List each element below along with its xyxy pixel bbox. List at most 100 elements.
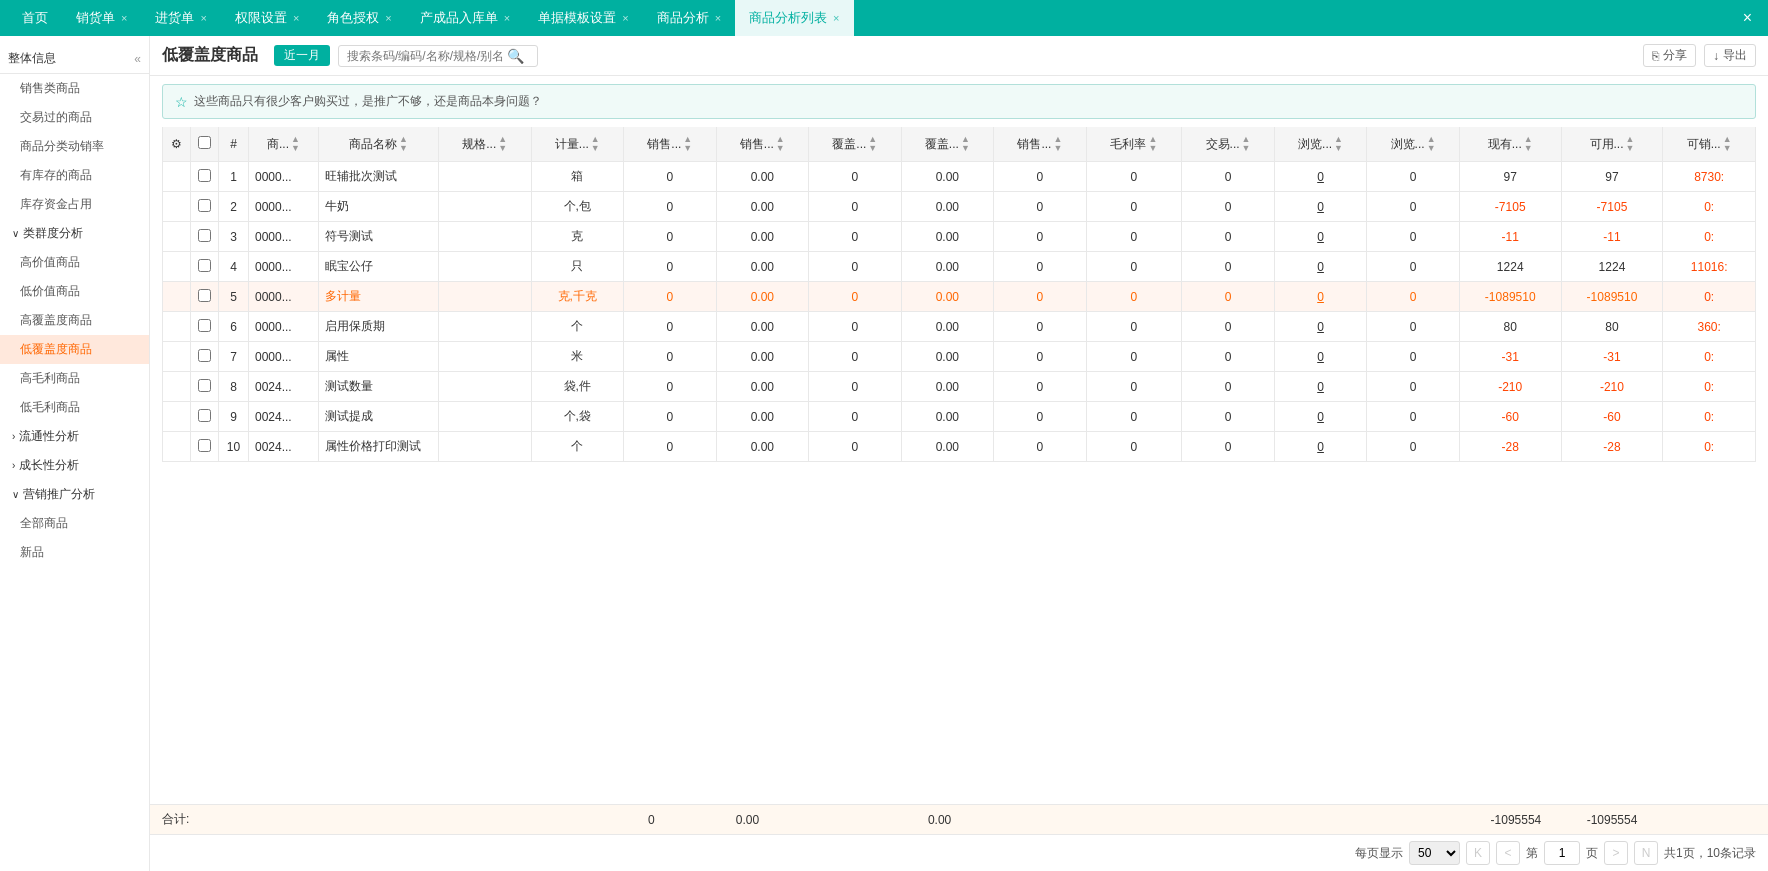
sidebar-item-high-margin[interactable]: 高毛利商品 — [0, 364, 149, 393]
sidebar-item-high-value[interactable]: 高价值商品 — [0, 248, 149, 277]
row-checkbox[interactable] — [198, 379, 211, 392]
nav-item-role[interactable]: 角色授权 × — [313, 0, 405, 36]
th-sales-qty[interactable]: 销售...▲▼ — [624, 127, 717, 162]
nav-close-permission[interactable]: × — [293, 12, 299, 24]
nav-item-product-analysis-list[interactable]: 商品分析列表 × — [735, 0, 853, 36]
row-check[interactable] — [191, 342, 219, 372]
th-spec[interactable]: 规格...▲▼ — [439, 127, 532, 162]
nav-item-product-analysis[interactable]: 商品分析 × — [643, 0, 735, 36]
row-name[interactable]: 牛奶 — [319, 192, 439, 222]
nav-item-template[interactable]: 单据模板设置 × — [524, 0, 642, 36]
nav-item-sales[interactable]: 销货单 × — [62, 0, 141, 36]
filter-recent-month-button[interactable]: 近一月 — [274, 45, 330, 66]
row-browse1[interactable]: 0 — [1274, 312, 1367, 342]
th-margin[interactable]: 毛利率▲▼ — [1086, 127, 1182, 162]
row-check[interactable] — [191, 252, 219, 282]
nav-close-product-analysis[interactable]: × — [715, 12, 721, 24]
search-input[interactable] — [347, 49, 507, 63]
row-checkbox[interactable] — [198, 349, 211, 362]
sidebar-item-stock-capital[interactable]: 库存资金占用 — [0, 190, 149, 219]
row-browse1[interactable]: 0 — [1274, 162, 1367, 192]
sidebar-item-traded-goods[interactable]: 交易过的商品 — [0, 103, 149, 132]
row-name[interactable]: 启用保质期 — [319, 312, 439, 342]
row-checkbox[interactable] — [198, 439, 211, 452]
first-page-button[interactable]: K — [1466, 841, 1490, 865]
row-check[interactable] — [191, 162, 219, 192]
row-browse1[interactable]: 0 — [1274, 432, 1367, 462]
sidebar-item-sales-goods[interactable]: 销售类商品 — [0, 74, 149, 103]
sidebar-section-growth[interactable]: › 成长性分析 — [0, 451, 149, 480]
window-close-button[interactable]: × — [1735, 9, 1760, 27]
row-name[interactable]: 属性 — [319, 342, 439, 372]
th-check[interactable] — [191, 127, 219, 162]
th-name[interactable]: 商品名称▲▼ — [319, 127, 439, 162]
th-cover2[interactable]: 覆盖...▲▼ — [901, 127, 994, 162]
row-browse1[interactable]: 0 — [1274, 372, 1367, 402]
row-check[interactable] — [191, 282, 219, 312]
th-cover1[interactable]: 覆盖...▲▼ — [809, 127, 902, 162]
th-browse2[interactable]: 浏览...▲▼ — [1367, 127, 1460, 162]
row-checkbox[interactable] — [198, 409, 211, 422]
row-checkbox[interactable] — [198, 199, 211, 212]
page-number-input[interactable] — [1544, 841, 1580, 865]
nav-item-purchase[interactable]: 进货单 × — [141, 0, 220, 36]
row-name[interactable]: 旺辅批次测试 — [319, 162, 439, 192]
sidebar-section-circulation[interactable]: › 流通性分析 — [0, 422, 149, 451]
select-all-checkbox[interactable] — [198, 136, 211, 149]
next-page-button[interactable]: > — [1604, 841, 1628, 865]
sidebar-item-category-sales-rate[interactable]: 商品分类动销率 — [0, 132, 149, 161]
row-check[interactable] — [191, 432, 219, 462]
sidebar-item-low-value[interactable]: 低价值商品 — [0, 277, 149, 306]
sidebar-item-new-goods[interactable]: 新品 — [0, 538, 149, 567]
row-check[interactable] — [191, 372, 219, 402]
sidebar-item-all-goods[interactable]: 全部商品 — [0, 509, 149, 538]
search-icon[interactable]: 🔍 — [507, 48, 524, 64]
row-browse1[interactable]: 0 — [1274, 222, 1367, 252]
row-check[interactable] — [191, 192, 219, 222]
row-checkbox[interactable] — [198, 289, 211, 302]
row-name[interactable]: 眠宝公仔 — [319, 252, 439, 282]
nav-close-product-inbound[interactable]: × — [504, 12, 510, 24]
row-name[interactable]: 测试数量 — [319, 372, 439, 402]
row-browse1[interactable]: 0 — [1274, 402, 1367, 432]
share-button[interactable]: ⎘ 分享 — [1643, 44, 1696, 67]
row-check[interactable] — [191, 222, 219, 252]
th-trade[interactable]: 交易...▲▼ — [1182, 127, 1275, 162]
row-browse1[interactable]: 0 — [1274, 192, 1367, 222]
row-check[interactable] — [191, 402, 219, 432]
row-name[interactable]: 多计量 — [319, 282, 439, 312]
per-page-select[interactable]: 50 100 200 — [1409, 841, 1460, 865]
row-checkbox[interactable] — [198, 319, 211, 332]
row-checkbox[interactable] — [198, 259, 211, 272]
row-browse1[interactable]: 0 — [1274, 252, 1367, 282]
sidebar-section-category[interactable]: ∨ 类群度分析 — [0, 219, 149, 248]
th-sales3[interactable]: 销售...▲▼ — [994, 127, 1087, 162]
sidebar-item-stocked-goods[interactable]: 有库存的商品 — [0, 161, 149, 190]
sidebar-item-low-margin[interactable]: 低毛利商品 — [0, 393, 149, 422]
th-code[interactable]: 商...▲▼ — [249, 127, 319, 162]
th-unit[interactable]: 计量...▲▼ — [531, 127, 624, 162]
nav-item-product-inbound[interactable]: 产成品入库单 × — [406, 0, 524, 36]
row-check[interactable] — [191, 312, 219, 342]
table-container[interactable]: ⚙ # 商...▲▼ 商品名称▲▼ 规格...▲▼ 计量...▲▼ 销售...▲… — [150, 127, 1768, 804]
th-sales-amt[interactable]: 销售...▲▼ — [716, 127, 809, 162]
sidebar-item-high-coverage[interactable]: 高覆盖度商品 — [0, 306, 149, 335]
row-name[interactable]: 符号测试 — [319, 222, 439, 252]
nav-close-template[interactable]: × — [622, 12, 628, 24]
row-checkbox[interactable] — [198, 229, 211, 242]
th-settings[interactable]: ⚙ — [163, 127, 191, 162]
nav-close-product-analysis-list[interactable]: × — [833, 12, 839, 24]
nav-close-sales[interactable]: × — [121, 12, 127, 24]
row-checkbox[interactable] — [198, 169, 211, 182]
nav-close-role[interactable]: × — [385, 12, 391, 24]
row-name[interactable]: 属性价格打印测试 — [319, 432, 439, 462]
th-current[interactable]: 现有...▲▼ — [1459, 127, 1561, 162]
nav-close-purchase[interactable]: × — [200, 12, 206, 24]
sidebar-top-section[interactable]: 整体信息 « — [0, 44, 149, 74]
nav-item-permission[interactable]: 权限设置 × — [221, 0, 313, 36]
th-sellable[interactable]: 可销...▲▼ — [1663, 127, 1756, 162]
export-button[interactable]: ↓ 导出 — [1704, 44, 1756, 67]
sidebar-collapse-icon[interactable]: « — [134, 52, 141, 66]
prev-page-button[interactable]: < — [1496, 841, 1520, 865]
nav-item-home[interactable]: 首页 — [8, 0, 62, 36]
